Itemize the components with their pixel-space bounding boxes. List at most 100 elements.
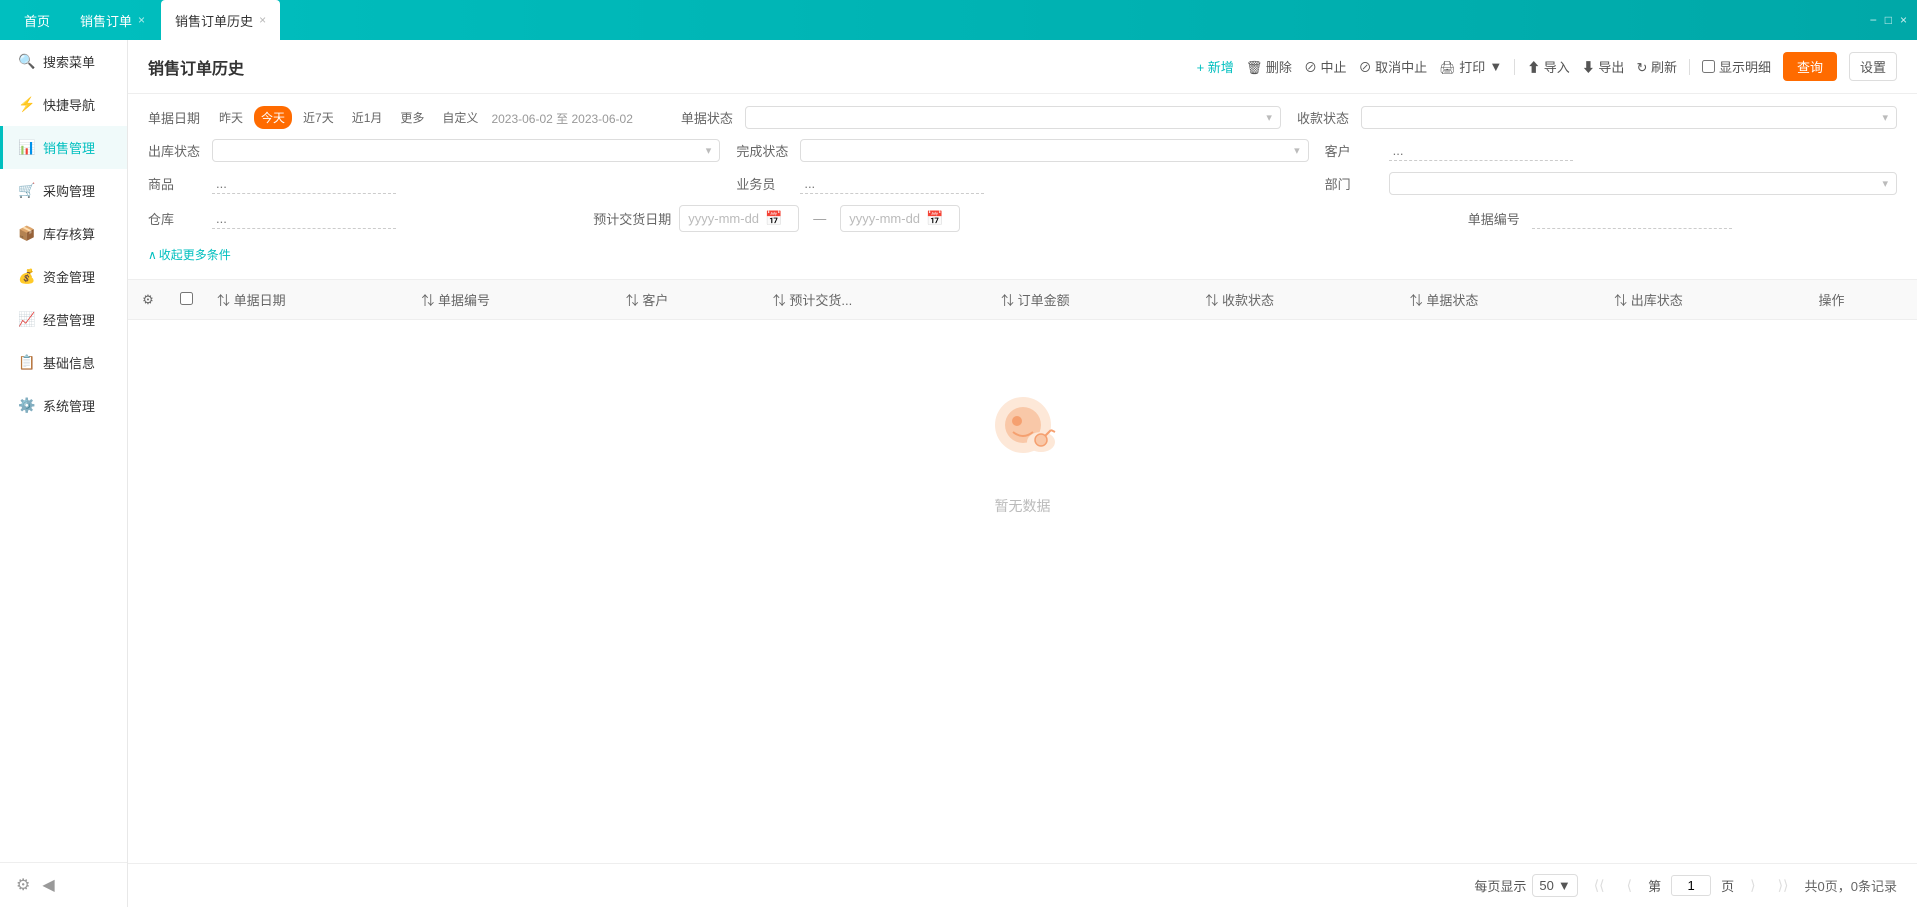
expected-date-start[interactable]: yyyy-mm-dd 📅: [679, 205, 799, 232]
sidebar-label-system: 系统管理: [43, 396, 95, 415]
filter-row-2: 出库状态 ▾ 完成状态 ▾ 客户: [148, 139, 1897, 162]
collapse-button[interactable]: ∧ 收起更多条件: [148, 246, 1897, 263]
sidebar-item-base-info[interactable]: 📋 基础信息: [0, 341, 127, 384]
date-range-display: 2023-06-02 至 2023-06-02: [491, 110, 632, 127]
tab-home[interactable]: 首页: [10, 0, 64, 40]
table-container: ⚙ ⇅ 单据日期: [128, 280, 1917, 863]
customer-label: 客户: [1325, 141, 1381, 160]
doc-no-input[interactable]: [1532, 209, 1732, 229]
query-button[interactable]: 查询: [1783, 52, 1837, 81]
date-quick-近1月[interactable]: 近1月: [345, 106, 390, 129]
sidebar-label-operations: 经营管理: [43, 310, 95, 329]
no-col-label: ⇅ 单据编号: [421, 290, 490, 309]
warehouse-input[interactable]: [212, 209, 396, 229]
import-button[interactable]: ⬆ 导入: [1527, 57, 1570, 76]
page-number-input[interactable]: [1671, 875, 1711, 896]
department-select[interactable]: ▾: [1389, 172, 1897, 195]
filter-goods: 商品: [148, 174, 720, 194]
cancel-stop-button[interactable]: ⊘ 取消中止: [1359, 57, 1428, 76]
receipt-status-col-label: ⇅ 收款状态: [1205, 290, 1274, 309]
sidebar-icon-operations: 📈: [19, 312, 35, 328]
prev-page-button[interactable]: ⟨: [1621, 875, 1638, 896]
warehouse-status-label: 出库状态: [148, 141, 204, 160]
complete-status-select[interactable]: ▾: [800, 139, 1308, 162]
goods-input[interactable]: [212, 174, 396, 194]
first-page-button[interactable]: ⟨⟨: [1588, 875, 1611, 896]
receipt-status-select[interactable]: ▾: [1361, 106, 1897, 129]
empty-illustration: [973, 380, 1073, 480]
sidebar-item-search-menu[interactable]: 🔍 搜索菜单: [0, 40, 127, 83]
gear-column-header: ⚙: [128, 280, 168, 320]
doc-status-label: 单据状态: [681, 108, 737, 127]
operation-column-header: 操作: [1807, 280, 1917, 320]
display-cols-checkbox[interactable]: [1702, 60, 1715, 73]
sidebar-icon-purchase-mgmt: 🛒: [19, 183, 35, 199]
tab-close-sales-order-history[interactable]: ×: [259, 13, 266, 27]
expected-col-label: ⇅ 预计交货...: [773, 290, 852, 309]
add-button[interactable]: + 新增: [1197, 57, 1234, 76]
doc-status-chevron: ▾: [1266, 111, 1272, 124]
filter-department: 部门 ▾: [1325, 172, 1897, 195]
toolbar-divider-2: [1689, 59, 1690, 75]
sidebar-item-inventory[interactable]: 📦 库存核算: [0, 212, 127, 255]
doc-status-select[interactable]: ▾: [745, 106, 1281, 129]
sidebar-item-system[interactable]: ⚙️ 系统管理: [0, 384, 127, 427]
department-label: 部门: [1325, 174, 1381, 193]
sidebar-label-inventory: 库存核算: [43, 224, 95, 243]
sidebar-label-quick-nav: 快捷导航: [43, 95, 95, 114]
salesperson-input[interactable]: [800, 174, 984, 194]
total-records: 共0页，0条记录: [1805, 876, 1897, 895]
receipt-status-chevron: ▾: [1882, 111, 1888, 124]
tab-sales-order[interactable]: 销售订单×: [66, 0, 159, 40]
sidebar-icon-system: ⚙️: [19, 398, 35, 414]
display-cols-check[interactable]: 显示明细: [1702, 57, 1771, 76]
tab-close-sales-order[interactable]: ×: [138, 13, 145, 27]
stop-button[interactable]: ⊘ 中止: [1304, 57, 1347, 76]
minimize-button[interactable]: −: [1870, 13, 1877, 27]
expected-date-end[interactable]: yyyy-mm-dd 📅: [840, 205, 960, 232]
print-label: 🖨 打印: [1439, 57, 1485, 76]
export-button[interactable]: ⬇ 导出: [1582, 57, 1625, 76]
next-page-button[interactable]: ⟩: [1744, 875, 1761, 896]
refresh-button[interactable]: ↻ 刷新: [1636, 57, 1677, 76]
customer-input[interactable]: [1389, 141, 1573, 161]
warehouse-status-select[interactable]: ▾: [212, 139, 720, 162]
customer-column-header: ⇅ 客户: [614, 280, 761, 320]
date-quick-近7天[interactable]: 近7天: [296, 106, 341, 129]
table-head: ⚙ ⇅ 单据日期: [128, 280, 1917, 320]
date-quick-今天[interactable]: 今天: [254, 106, 292, 129]
last-page-button[interactable]: ⟩⟩: [1772, 875, 1795, 896]
sidebar-collapse-icon[interactable]: ◀: [42, 875, 54, 895]
per-page-control: 每页显示 50 ▼: [1474, 874, 1577, 897]
date-filter-value: 昨天今天近7天近1月更多自定义 2023-06-02 至 2023-06-02: [212, 106, 633, 129]
settings-button[interactable]: 设置: [1849, 52, 1897, 81]
close-window-button[interactable]: ×: [1900, 13, 1907, 27]
delete-button[interactable]: 🗑 删除: [1246, 57, 1292, 76]
tab-sales-order-history[interactable]: 销售订单历史×: [161, 0, 280, 40]
date-quick-自定义[interactable]: 自定义: [435, 106, 485, 129]
date-filter-label: 单据日期: [148, 108, 204, 127]
per-page-select[interactable]: 50 ▼: [1532, 874, 1577, 897]
sidebar-settings-icon[interactable]: ⚙: [16, 875, 30, 895]
date-placeholder-start: yyyy-mm-dd: [688, 211, 759, 226]
sidebar-item-purchase-mgmt[interactable]: 🛒 采购管理: [0, 169, 127, 212]
filter-receipt-status: 收款状态 ▾: [1297, 106, 1897, 129]
sidebar: 🔍 搜索菜单 ⚡ 快捷导航 📊 销售管理 🛒 采购管理 📦 库存核算 💰 资金管…: [0, 40, 128, 907]
sidebar-item-operations[interactable]: 📈 经营管理: [0, 298, 127, 341]
sidebar-item-finance[interactable]: 💰 资金管理: [0, 255, 127, 298]
date-quick-更多[interactable]: 更多: [393, 106, 431, 129]
restore-button[interactable]: □: [1885, 13, 1892, 27]
gear-icon[interactable]: ⚙: [142, 292, 154, 307]
sidebar-item-sales-mgmt[interactable]: 📊 销售管理: [0, 126, 127, 169]
toolbar-divider-1: [1514, 59, 1515, 75]
date-quick-昨天[interactable]: 昨天: [212, 106, 250, 129]
top-bar: 首页销售订单×销售订单历史× − □ ×: [0, 0, 1917, 40]
select-all-checkbox[interactable]: [180, 292, 193, 305]
date-placeholder-end: yyyy-mm-dd: [849, 211, 920, 226]
complete-status-chevron: ▾: [1294, 144, 1300, 157]
sidebar-bottom: ⚙ ◀: [0, 862, 127, 907]
date-col-label: ⇅ 单据日期: [217, 290, 286, 309]
sidebar-item-quick-nav[interactable]: ⚡ 快捷导航: [0, 83, 127, 126]
print-button[interactable]: 🖨 打印 ▼: [1439, 57, 1502, 76]
complete-status-label: 完成状态: [736, 141, 792, 160]
